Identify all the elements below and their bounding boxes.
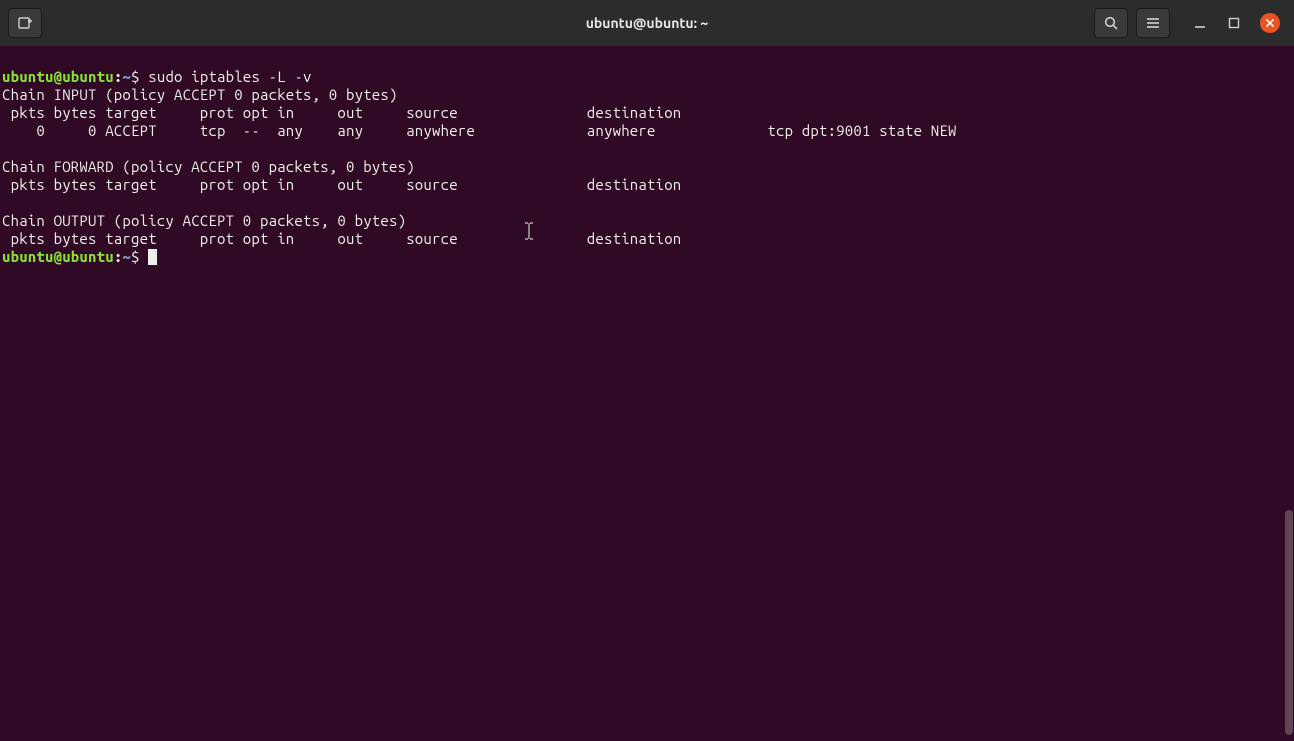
- search-icon: [1103, 15, 1119, 31]
- prompt-symbol: $: [131, 68, 140, 85]
- scrollbar-thumb[interactable]: [1285, 510, 1293, 735]
- minimize-icon: [1194, 17, 1206, 29]
- output-line: Chain FORWARD (policy ACCEPT 0 packets, …: [2, 158, 415, 175]
- titlebar-left: [8, 8, 42, 38]
- close-icon: [1265, 18, 1275, 28]
- terminal-cursor: [148, 249, 157, 265]
- output-line: pkts bytes target prot opt in out source…: [2, 176, 681, 193]
- prompt-symbol: $: [131, 248, 140, 265]
- prompt-path: ~: [122, 68, 131, 85]
- maximize-button[interactable]: [1226, 15, 1242, 31]
- prompt-user-host: ubuntu@ubuntu: [2, 248, 114, 265]
- search-button[interactable]: [1094, 8, 1128, 38]
- window-controls: [1192, 13, 1280, 33]
- output-line: pkts bytes target prot opt in out source…: [2, 104, 681, 121]
- menu-button[interactable]: [1136, 8, 1170, 38]
- command-text: sudo iptables -L -v: [148, 68, 311, 85]
- titlebar: ubuntu@ubuntu: ~: [0, 0, 1294, 46]
- hamburger-icon: [1145, 15, 1161, 31]
- output-line: Chain OUTPUT (policy ACCEPT 0 packets, 0…: [2, 212, 406, 229]
- output-line: pkts bytes target prot opt in out source…: [2, 230, 681, 247]
- terminal-output[interactable]: ubuntu@ubuntu:~$ sudo iptables -L -v Cha…: [0, 46, 1294, 270]
- prompt-path: ~: [122, 248, 131, 265]
- minimize-button[interactable]: [1192, 15, 1208, 31]
- output-line: 0 0 ACCEPT tcp -- any any anywhere anywh…: [2, 122, 957, 139]
- maximize-icon: [1228, 17, 1240, 29]
- close-button[interactable]: [1260, 13, 1280, 33]
- new-tab-button[interactable]: [8, 8, 42, 38]
- window-title: ubuntu@ubuntu: ~: [586, 15, 709, 31]
- new-tab-icon: [16, 14, 34, 32]
- titlebar-right: [1094, 8, 1286, 38]
- prompt-user-host: ubuntu@ubuntu: [2, 68, 114, 85]
- output-line: Chain INPUT (policy ACCEPT 0 packets, 0 …: [2, 86, 398, 103]
